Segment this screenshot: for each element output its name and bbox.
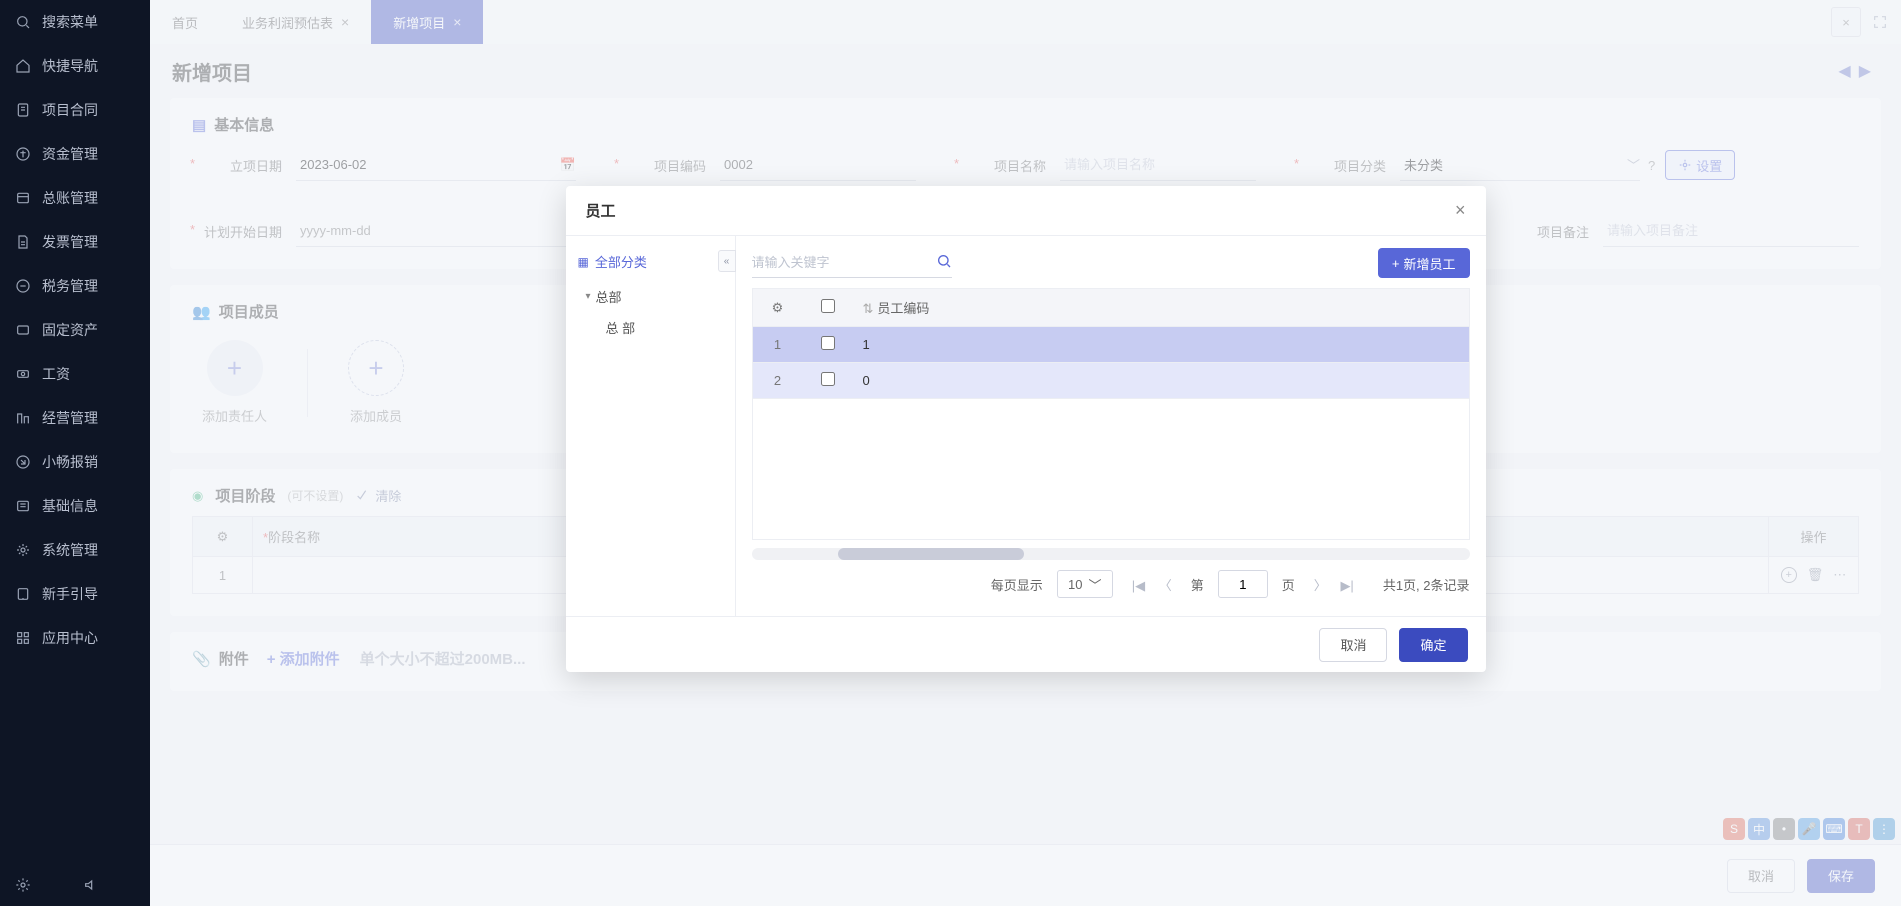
col-gear[interactable]: ⚙	[753, 289, 803, 327]
sidebar-item-label: 资金管理	[42, 144, 98, 164]
page-suffix: 页	[1282, 575, 1295, 594]
cell-code: 1	[853, 327, 1469, 363]
business-icon	[14, 409, 32, 427]
tree-root-all[interactable]: ▦ 全部分类	[576, 248, 725, 281]
sidebar-item-guide[interactable]: 新手引导	[0, 572, 150, 616]
table-row[interactable]: 2 0	[753, 363, 1469, 399]
table-row[interactable]: 1 1	[753, 327, 1469, 363]
sidebar-item-apps[interactable]: 应用中心	[0, 616, 150, 660]
modal-cancel-button[interactable]: 取消	[1319, 628, 1387, 662]
guide-icon	[14, 585, 32, 603]
row-index: 1	[753, 327, 803, 363]
cell-code: 0	[853, 363, 1469, 399]
sidebar-item-basedata[interactable]: 基础信息	[0, 484, 150, 528]
modal-ok-button[interactable]: 确定	[1399, 628, 1467, 662]
sidebar-item-label: 总账管理	[42, 188, 98, 208]
sidebar-item-label: 工资	[42, 364, 70, 384]
ledger-icon	[14, 189, 32, 207]
employee-table: ⚙ ⇅员工编码 1 1	[753, 289, 1469, 399]
sound-icon[interactable]	[82, 876, 100, 894]
sidebar-item-label: 固定资产	[42, 320, 98, 340]
search-input[interactable]	[752, 250, 930, 276]
gear-icon[interactable]	[14, 876, 32, 894]
check-all[interactable]	[821, 299, 835, 313]
modal-title: 员工	[586, 200, 616, 221]
last-page-icon[interactable]: ▶|	[1335, 578, 1358, 593]
sidebar-item-label: 小畅报销	[42, 452, 98, 472]
sidebar-item-label: 项目合同	[42, 100, 98, 120]
sidebar-item-quicknav[interactable]: 快捷导航	[0, 44, 150, 88]
employee-modal: 员工 × « ▦ 全部分类 总部 总 部	[566, 186, 1486, 672]
search-icon	[14, 13, 32, 31]
sidebar-item-reimburse[interactable]: 小畅报销	[0, 440, 150, 484]
sidebar-item-label: 发票管理	[42, 232, 98, 252]
next-page-icon[interactable]: 〉	[1309, 578, 1332, 593]
home-icon	[14, 57, 32, 75]
per-page-label: 每页显示	[991, 575, 1043, 594]
plus-icon: +	[1392, 256, 1400, 271]
prev-page-icon[interactable]: 〈	[1154, 578, 1177, 593]
settings-icon	[14, 541, 32, 559]
sidebar-item-business[interactable]: 经营管理	[0, 396, 150, 440]
basedata-icon	[14, 497, 32, 515]
sidebar-item-search[interactable]: 搜索菜单	[0, 0, 150, 44]
col-code[interactable]: ⇅员工编码	[853, 289, 1469, 327]
search-input-wrap	[752, 248, 952, 278]
first-page-icon[interactable]: |◀	[1127, 578, 1150, 593]
sidebar-item-tax[interactable]: 税务管理	[0, 264, 150, 308]
contract-icon	[14, 101, 32, 119]
row-index: 2	[753, 363, 803, 399]
sidebar-item-funds[interactable]: 资金管理	[0, 132, 150, 176]
modal-overlay: 员工 × « ▦ 全部分类 总部 总 部	[150, 0, 1901, 906]
grid-icon: ▦	[578, 255, 589, 269]
sidebar-item-salary[interactable]: 工资	[0, 352, 150, 396]
sidebar-item-label: 搜索菜单	[42, 12, 98, 32]
per-page-select[interactable]: 10 ﹀	[1057, 570, 1113, 598]
pagination: 每页显示 10 ﹀ |◀ 〈 第 页	[752, 564, 1470, 604]
salary-icon	[14, 365, 32, 383]
collapse-tree-icon[interactable]: «	[718, 250, 736, 272]
sidebar-item-label: 快捷导航	[42, 56, 98, 76]
funds-icon	[14, 145, 32, 163]
sidebar: 搜索菜单 快捷导航 项目合同 资金管理 总账管理 发票管理 税务管理 固定资产	[0, 0, 150, 906]
page-prefix: 第	[1191, 575, 1204, 594]
row-check[interactable]	[821, 372, 835, 386]
sidebar-item-system[interactable]: 系统管理	[0, 528, 150, 572]
tax-icon	[14, 277, 32, 295]
add-employee-button[interactable]: + 新增员工	[1378, 248, 1470, 278]
sidebar-item-label: 税务管理	[42, 276, 98, 296]
modal-close-icon[interactable]: ×	[1455, 200, 1466, 221]
sidebar-item-projects[interactable]: 项目合同	[0, 88, 150, 132]
sidebar-item-label: 系统管理	[42, 540, 98, 560]
row-check[interactable]	[821, 336, 835, 350]
tree-node-hq[interactable]: 总部	[576, 281, 725, 312]
assets-icon	[14, 321, 32, 339]
chevron-down-icon: ﹀	[1088, 575, 1101, 594]
col-check-all[interactable]	[803, 289, 853, 327]
sidebar-item-label: 应用中心	[42, 628, 98, 648]
invoice-icon	[14, 233, 32, 251]
main: 首页 业务利润预估表 × 新增项目 × × 新增项目 ◀ ▶	[150, 0, 1901, 906]
search-icon[interactable]	[936, 253, 952, 272]
total-text: 共1页, 2条记录	[1383, 575, 1470, 594]
tree-pane: « ▦ 全部分类 总部 总 部	[566, 236, 736, 616]
tree-node-hq-leaf[interactable]: 总 部	[576, 312, 725, 343]
h-scrollbar[interactable]	[752, 548, 1470, 560]
sidebar-item-ledger[interactable]: 总账管理	[0, 176, 150, 220]
reimburse-icon	[14, 453, 32, 471]
sidebar-item-label: 经营管理	[42, 408, 98, 428]
page-input[interactable]	[1218, 570, 1268, 598]
sidebar-item-assets[interactable]: 固定资产	[0, 308, 150, 352]
sidebar-item-invoice[interactable]: 发票管理	[0, 220, 150, 264]
sidebar-item-label: 新手引导	[42, 584, 98, 604]
sidebar-item-label: 基础信息	[42, 496, 98, 516]
apps-icon	[14, 629, 32, 647]
